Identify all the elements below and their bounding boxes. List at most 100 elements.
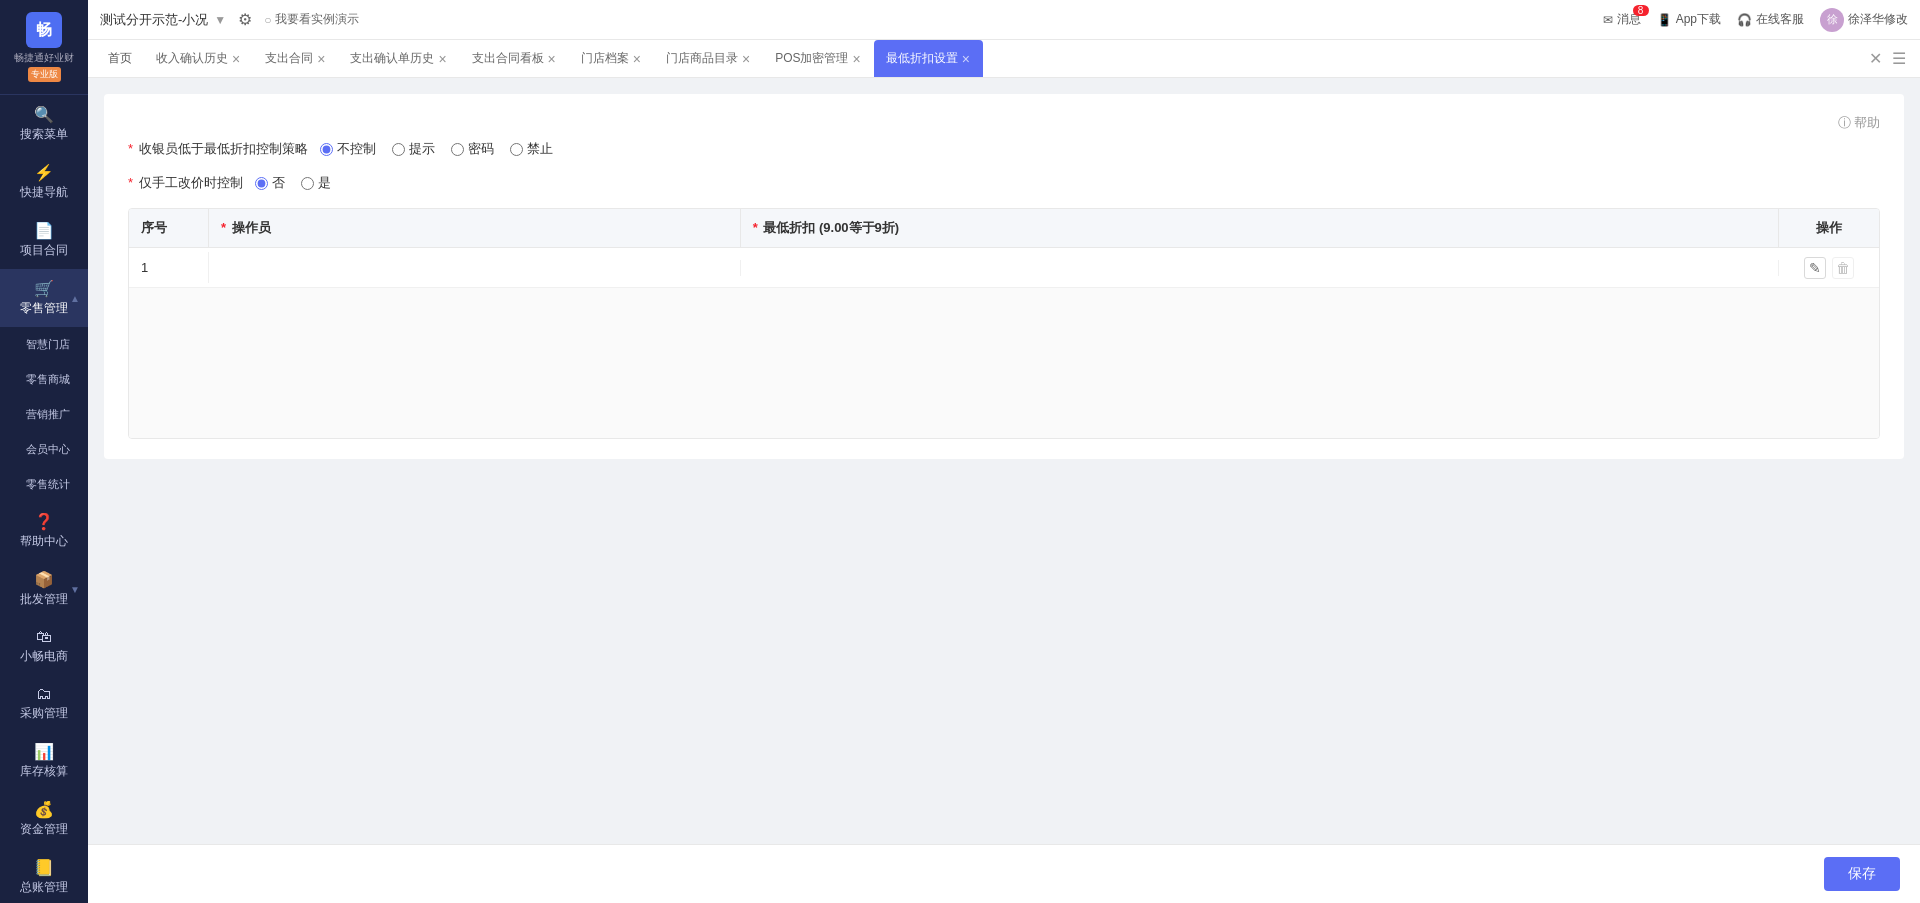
radio-forbidden-input[interactable] <box>510 143 523 156</box>
sidebar-item-quicknav[interactable]: ⚡ 快捷导航 <box>0 153 88 211</box>
user-name: 徐泽华修改 <box>1848 11 1908 28</box>
radio-yes-input[interactable] <box>301 177 314 190</box>
sidebar-item-marketing[interactable]: 营销推广 <box>0 397 88 432</box>
lightning-icon: ⚡ <box>34 163 54 182</box>
logo-icon: 畅 <box>26 12 62 48</box>
logo-name: 畅捷通好业财 <box>14 51 74 65</box>
sidebar-item-label: 零售管理 <box>20 300 68 317</box>
question-icon: ⓘ <box>1838 114 1851 132</box>
tab-store-catalog[interactable]: 门店商品目录 × <box>654 40 763 78</box>
cart-icon: 🛒 <box>34 279 54 298</box>
radio-password[interactable]: 密码 <box>451 140 494 158</box>
tab-close-icon[interactable]: × <box>633 51 641 67</box>
topbar-project-selector[interactable]: 测试分开示范-小况 ▼ <box>100 11 226 29</box>
discount-strategy-label: * 收银员低于最低折扣控制策略 <box>128 140 308 158</box>
radio-no[interactable]: 否 <box>255 174 285 192</box>
radio-forbidden-label: 禁止 <box>527 140 553 158</box>
sidebar-item-smartstore[interactable]: 智慧门店 <box>0 327 88 362</box>
tab-close-icon[interactable]: × <box>548 51 556 67</box>
radio-no-control-input[interactable] <box>320 143 333 156</box>
radio-forbidden[interactable]: 禁止 <box>510 140 553 158</box>
sidebar-item-finance[interactable]: 💰 资金管理 <box>0 790 88 848</box>
sidebar-item-members[interactable]: 会员中心 <box>0 432 88 467</box>
sidebar-item-ledger[interactable]: 📒 总账管理 <box>0 848 88 903</box>
tab-close-icon[interactable]: × <box>852 51 860 67</box>
sidebar-item-wholesale[interactable]: 📦 批发管理 ▼ <box>0 560 88 618</box>
tab-store-files[interactable]: 门店档案 × <box>569 40 654 78</box>
project-dropdown-icon: ▼ <box>214 13 226 27</box>
sidebar-item-inventory[interactable]: 📊 库存核算 <box>0 732 88 790</box>
expand-arrow2-icon: ▼ <box>70 584 80 595</box>
td-seq: 1 <box>129 252 209 283</box>
box-icon: 📦 <box>34 570 54 589</box>
tab-income-history[interactable]: 收入确认历史 × <box>144 40 253 78</box>
sidebar-item-ecommerce[interactable]: 🛍 小畅电商 <box>0 618 88 675</box>
tab-pos-encrypt[interactable]: POS加密管理 × <box>763 40 874 78</box>
th-seq: 序号 <box>129 209 209 247</box>
sidebar-item-contract[interactable]: 📄 项目合同 <box>0 211 88 269</box>
tab-close-icon[interactable]: × <box>317 51 325 67</box>
radio-no-control[interactable]: 不控制 <box>320 140 376 158</box>
tab-expense-board[interactable]: 支出合同看板 × <box>460 40 569 78</box>
discount-strategy-row: * 收银员低于最低折扣控制策略 不控制 提示 密码 <box>128 140 1880 158</box>
main-area: 测试分开示范-小况 ▼ ⚙ ○ 我要看实例演示 ✉ 消息 8 📱 App下载 🎧… <box>88 0 1920 903</box>
row-edit-button[interactable]: ✎ <box>1804 257 1826 279</box>
sidebar-item-search[interactable]: 🔍 搜索菜单 <box>0 95 88 153</box>
radio-yes-label: 是 <box>318 174 331 192</box>
tab-menu-icon[interactable]: ☰ <box>1890 47 1908 70</box>
app-label: App下载 <box>1676 11 1721 28</box>
tabs-controls: ✕ ☰ <box>1867 47 1912 70</box>
table-empty-area <box>129 288 1879 438</box>
topbar-support[interactable]: 🎧 在线客服 <box>1737 11 1804 28</box>
topbar-settings-icon[interactable]: ⚙ <box>238 10 252 29</box>
sidebar-item-purchase[interactable]: 🗂 采购管理 <box>0 675 88 732</box>
topbar-demo[interactable]: ○ 我要看实例演示 <box>264 11 359 28</box>
topbar-app-download[interactable]: 📱 App下载 <box>1657 11 1721 28</box>
tab-close-icon[interactable]: × <box>438 51 446 67</box>
radio-yes[interactable]: 是 <box>301 174 331 192</box>
help-icon: ❓ <box>34 512 54 531</box>
sidebar-item-retail[interactable]: 🛒 零售管理 ▲ <box>0 269 88 327</box>
chart-icon: 📊 <box>34 742 54 761</box>
radio-password-label: 密码 <box>468 140 494 158</box>
radio-no-input[interactable] <box>255 177 268 190</box>
sidebar-item-label: 营销推广 <box>26 407 70 422</box>
help-button[interactable]: ⓘ 帮助 <box>1838 114 1880 132</box>
tab-close-icon[interactable]: × <box>742 51 750 67</box>
tab-min-discount[interactable]: 最低折扣设置 × <box>874 40 983 78</box>
table-row: 1 ✎ 🗑 <box>129 248 1879 288</box>
footer-bar: 保存 <box>88 844 1920 903</box>
manual-price-options: 否 是 <box>255 174 331 192</box>
user-avatar: 徐 <box>1820 8 1844 32</box>
sidebar-item-label: 资金管理 <box>20 821 68 838</box>
tab-close-icon[interactable]: × <box>232 51 240 67</box>
doc-icon: 📄 <box>34 221 54 240</box>
sidebar-item-label: 会员中心 <box>26 442 70 457</box>
tab-close-all-icon[interactable]: ✕ <box>1867 47 1884 70</box>
td-discount <box>741 260 1779 276</box>
tab-expense-confirm-history[interactable]: 支出确认单历史 × <box>338 40 459 78</box>
tabs-bar: 首页 收入确认历史 × 支出合同 × 支出确认单历史 × 支出合同看板 × 门店… <box>88 40 1920 78</box>
sidebar-item-retailstats[interactable]: 零售统计 <box>0 467 88 502</box>
sidebar-item-label: 小畅电商 <box>20 648 68 665</box>
radio-prompt-input[interactable] <box>392 143 405 156</box>
row-delete-button[interactable]: 🗑 <box>1832 257 1854 279</box>
sidebar-item-retailmall[interactable]: 零售商城 <box>0 362 88 397</box>
th-actions: 操作 <box>1779 209 1879 247</box>
topbar-message[interactable]: ✉ 消息 8 <box>1603 11 1641 28</box>
project-name: 测试分开示范-小况 <box>100 11 208 29</box>
radio-prompt[interactable]: 提示 <box>392 140 435 158</box>
sidebar-item-help[interactable]: ❓ 帮助中心 <box>0 502 88 560</box>
tab-expense-contract[interactable]: 支出合同 × <box>253 40 338 78</box>
sidebar-item-label: 库存核算 <box>20 763 68 780</box>
tab-close-active-icon[interactable]: × <box>962 51 970 67</box>
required-mark: * <box>128 141 133 156</box>
topbar-user[interactable]: 徐 徐泽华修改 <box>1820 8 1908 32</box>
save-button[interactable]: 保存 <box>1824 857 1900 891</box>
tab-label: 支出合同 <box>265 50 313 67</box>
th-discount: * 最低折扣 (9.00等于9折) <box>741 209 1779 247</box>
topbar-right: ✉ 消息 8 📱 App下载 🎧 在线客服 徐 徐泽华修改 <box>1603 8 1908 32</box>
tab-home[interactable]: 首页 <box>96 50 144 67</box>
discount-table: 序号 * 操作员 * 最低折扣 (9.00等于9折) 操作 1 <box>128 208 1880 439</box>
radio-password-input[interactable] <box>451 143 464 156</box>
